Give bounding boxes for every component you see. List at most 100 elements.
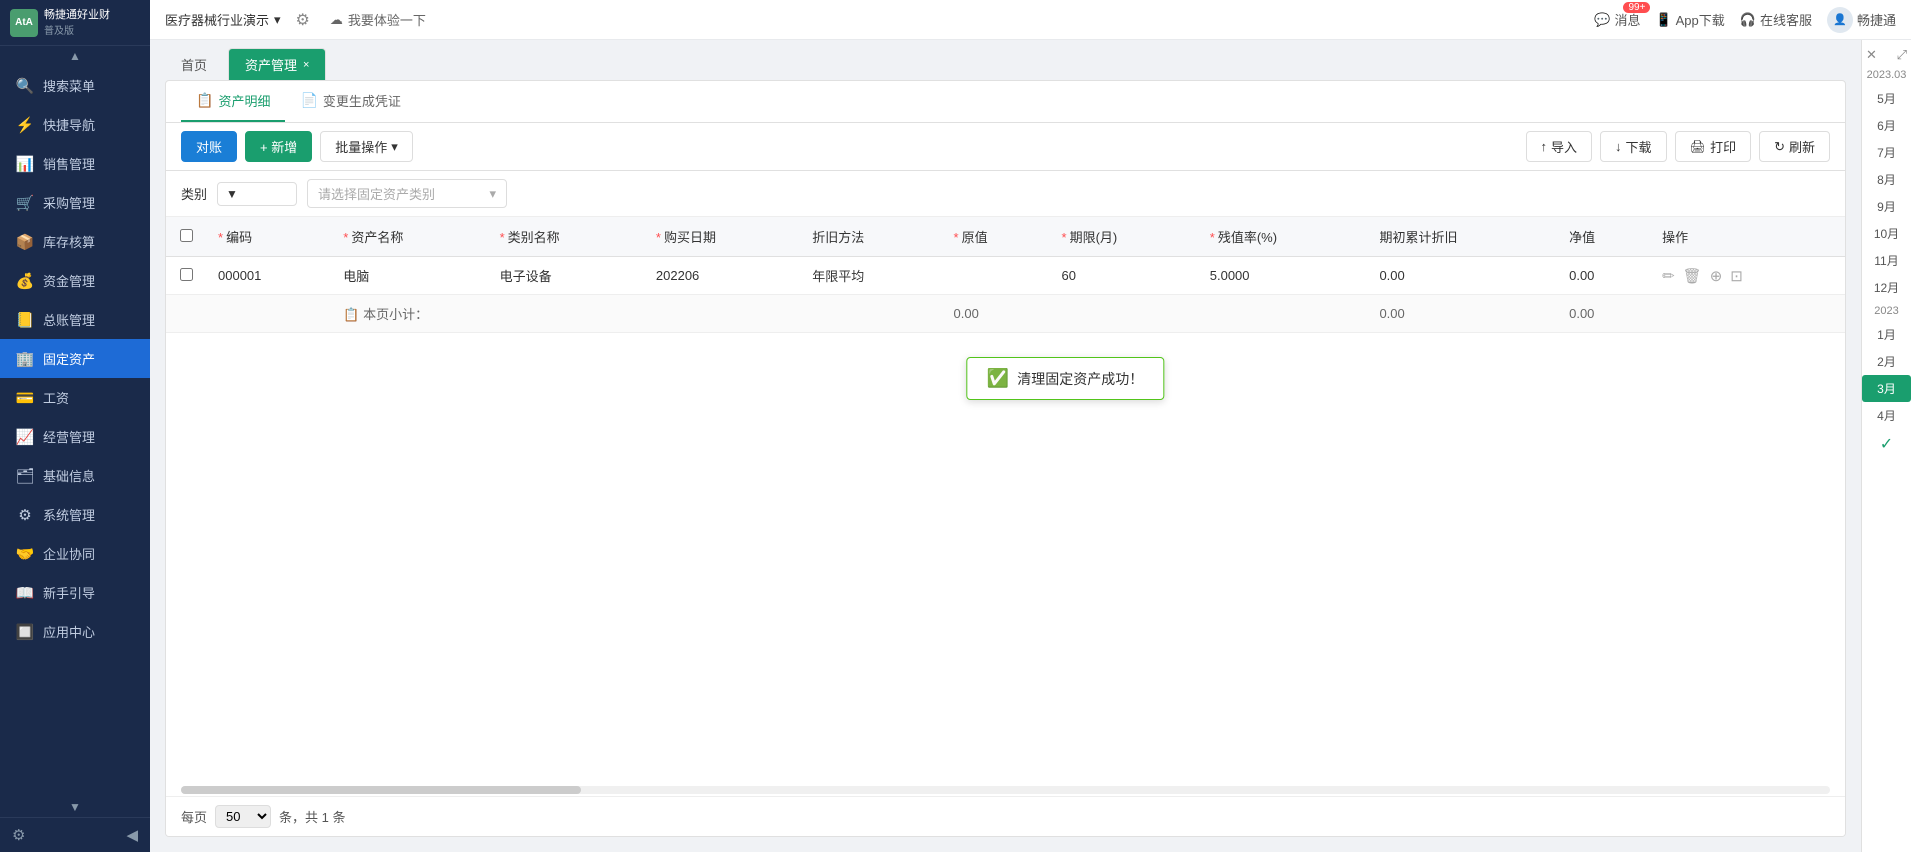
toolbar: 对账 + 新增 批量操作 ▾ ↑ 导入 ↓ 下载 bbox=[166, 123, 1845, 171]
sidebar-item-basic[interactable]: 🗂 基础信息 bbox=[0, 456, 150, 495]
message-btn[interactable]: 💬 消息 99+ bbox=[1594, 10, 1640, 29]
wages-icon: 💳 bbox=[15, 389, 35, 407]
sidebar-item-collab[interactable]: 🤝 企业协同 bbox=[0, 534, 150, 573]
collapse-icon[interactable]: ◀ bbox=[126, 826, 138, 844]
calendar-month-1[interactable]: 1月 bbox=[1862, 321, 1911, 348]
calendar-month-5[interactable]: 5月 bbox=[1862, 85, 1911, 112]
sidebar-item-purchase[interactable]: 🛒 采购管理 bbox=[0, 183, 150, 222]
calendar-month-2[interactable]: 2月 bbox=[1862, 348, 1911, 375]
sidebar-item-label: 固定资产 bbox=[43, 349, 95, 368]
account-btn[interactable]: 对账 bbox=[181, 131, 237, 162]
calendar-month-9[interactable]: 9月 bbox=[1862, 193, 1911, 220]
sidebar-item-label: 企业协同 bbox=[43, 544, 95, 563]
online-service-btn[interactable]: 🎧 在线客服 bbox=[1740, 10, 1812, 29]
calendar-month-10[interactable]: 10月 bbox=[1862, 220, 1911, 247]
right-panel-expand-icon[interactable]: ⤢ bbox=[1897, 47, 1907, 63]
download-btn[interactable]: ↓ 下载 bbox=[1600, 131, 1667, 162]
sidebar-item-label: 资金管理 bbox=[43, 271, 95, 290]
toolbar-right: ↑ 导入 ↓ 下载 🖨 打印 ↻ 刷新 bbox=[1526, 131, 1830, 162]
batch-btn[interactable]: 批量操作 ▾ bbox=[320, 131, 413, 162]
print-icon: 🖨 bbox=[1690, 139, 1707, 155]
sidebar-item-system[interactable]: ⚙ 系统管理 bbox=[0, 495, 150, 534]
sidebar-item-apps[interactable]: 🔲 应用中心 bbox=[0, 612, 150, 651]
top-header: 医疗器械行业演示 ▾ ⚙ ☁ 我要体验一下 💬 消息 99+ 📱 App下载 🎧… bbox=[150, 0, 1911, 40]
sidebar-item-label: 经营管理 bbox=[43, 427, 95, 446]
delete-icon[interactable]: 🗑 bbox=[1683, 267, 1702, 285]
calendar-check-icon[interactable]: ✓ bbox=[1880, 434, 1893, 454]
calendar-month-7[interactable]: 7月 bbox=[1862, 139, 1911, 166]
sidebar-item-quicknav[interactable]: ⚡ 快捷导航 bbox=[0, 105, 150, 144]
sidebar-item-ledger[interactable]: 📒 总账管理 bbox=[0, 300, 150, 339]
user-area[interactable]: 👤 畅捷通 bbox=[1827, 7, 1896, 33]
content-area: 首页 资产管理 × 📋 资产明细 📄 变更生成凭证 bbox=[150, 40, 1911, 852]
sub-tab-asset-list-label: 资产明细 bbox=[218, 91, 270, 110]
scrollbar-thumb[interactable] bbox=[181, 786, 581, 794]
th-code: *编码 bbox=[206, 217, 331, 257]
row-residual-rate: 5.0000 bbox=[1198, 257, 1368, 295]
ledger-icon: 📒 bbox=[15, 311, 35, 329]
row-net-value: 0.00 bbox=[1557, 257, 1650, 295]
print-btn[interactable]: 🖨 打印 bbox=[1675, 131, 1752, 162]
experience-btn[interactable]: ☁ 我要体验一下 bbox=[330, 10, 426, 29]
category-label: 类别 bbox=[181, 184, 207, 203]
main-area: 医疗器械行业演示 ▾ ⚙ ☁ 我要体验一下 💬 消息 99+ 📱 App下载 🎧… bbox=[150, 0, 1911, 852]
per-page-select[interactable]: 50 10 20 100 bbox=[215, 805, 271, 828]
copy-icon[interactable]: ⊕ bbox=[1710, 267, 1723, 285]
sidebar-item-ops[interactable]: 📈 经营管理 bbox=[0, 417, 150, 456]
total-text: 条，共 1 条 bbox=[279, 807, 345, 826]
purchase-icon: 🛒 bbox=[15, 194, 35, 212]
subtotal-row: 📋 本页小计： 0.00 0.00 0.00 bbox=[166, 295, 1845, 333]
sub-tab-voucher[interactable]: 📄 变更生成凭证 bbox=[285, 81, 415, 122]
sidebar-item-label: 快捷导航 bbox=[43, 115, 95, 134]
row-checkbox[interactable] bbox=[180, 268, 193, 281]
new-btn[interactable]: + 新增 bbox=[245, 131, 312, 162]
sidebar-item-guide[interactable]: 📖 新手引导 bbox=[0, 573, 150, 612]
th-name: *资产名称 bbox=[331, 217, 487, 257]
logo-sub: 普及版 bbox=[44, 22, 110, 37]
right-panel-close-icon[interactable]: ✕ bbox=[1866, 47, 1877, 63]
calendar-month-11[interactable]: 11月 bbox=[1862, 247, 1911, 274]
edit-icon[interactable]: ✏ bbox=[1662, 267, 1675, 285]
company-selector[interactable]: 医疗器械行业演示 ▾ bbox=[165, 10, 281, 29]
tabs-bar: 首页 资产管理 × bbox=[150, 40, 1861, 80]
import-btn[interactable]: ↑ 导入 bbox=[1526, 131, 1593, 162]
sidebar-item-inventory[interactable]: 📦 库存核算 bbox=[0, 222, 150, 261]
calendar-year-2023: 2023 bbox=[1862, 301, 1911, 321]
settings-icon[interactable]: ⚙ bbox=[296, 10, 310, 30]
tab-close-icon[interactable]: × bbox=[303, 59, 309, 71]
category-type-select[interactable]: ▼ bbox=[217, 182, 297, 206]
cloud-icon: ☁ bbox=[330, 12, 343, 28]
app-download-btn[interactable]: 📱 App下载 bbox=[1655, 10, 1724, 29]
more-icon[interactable]: ⊡ bbox=[1730, 267, 1743, 285]
refresh-btn[interactable]: ↻ 刷新 bbox=[1759, 131, 1830, 162]
sub-tab-asset-list[interactable]: 📋 资产明细 bbox=[181, 81, 285, 122]
sidebar-item-wages[interactable]: 💳 工资 bbox=[0, 378, 150, 417]
sidebar-item-sales[interactable]: 📊 销售管理 bbox=[0, 144, 150, 183]
experience-text: 我要体验一下 bbox=[348, 10, 426, 29]
sidebar-bottom: ⚙ ◀ bbox=[0, 817, 150, 852]
batch-chevron-icon: ▾ bbox=[391, 139, 398, 155]
category-input[interactable]: 请选择固定资产类别 ▾ bbox=[307, 179, 507, 208]
calendar-month-12[interactable]: 12月 bbox=[1862, 274, 1911, 301]
download-arrow-icon: ↓ bbox=[1615, 139, 1622, 154]
calendar-month-4[interactable]: 4月 bbox=[1862, 402, 1911, 429]
sub-tabs: 📋 资产明细 📄 变更生成凭证 bbox=[166, 81, 1845, 123]
calendar-month-3-current[interactable]: 3月 bbox=[1862, 375, 1911, 402]
sidebar-scroll-down[interactable]: ▼ bbox=[0, 797, 150, 817]
sidebar-item-search[interactable]: 🔍 搜索菜单 bbox=[0, 66, 150, 105]
search-icon: 🔍 bbox=[15, 77, 35, 95]
select-all-checkbox[interactable] bbox=[180, 229, 193, 242]
horizontal-scrollbar[interactable] bbox=[181, 786, 1830, 794]
tab-home[interactable]: 首页 bbox=[165, 49, 223, 80]
sidebar-item-label: 基础信息 bbox=[43, 466, 95, 485]
sidebar-item-funds[interactable]: 💰 资金管理 bbox=[0, 261, 150, 300]
sidebar-scroll-up[interactable]: ▲ bbox=[0, 46, 150, 66]
service-icon: 🎧 bbox=[1740, 12, 1756, 28]
tab-asset-management[interactable]: 资产管理 × bbox=[228, 48, 326, 80]
sidebar-item-label: 工资 bbox=[43, 388, 69, 407]
sidebar-item-fixed[interactable]: 🏢 固定资产 bbox=[0, 339, 150, 378]
table-header-row: *编码 *资产名称 *类别名称 *购买日期 折旧方法 *原值 *期限(月) *残… bbox=[166, 217, 1845, 257]
settings-icon[interactable]: ⚙ bbox=[12, 826, 25, 844]
calendar-month-8[interactable]: 8月 bbox=[1862, 166, 1911, 193]
calendar-month-6[interactable]: 6月 bbox=[1862, 112, 1911, 139]
